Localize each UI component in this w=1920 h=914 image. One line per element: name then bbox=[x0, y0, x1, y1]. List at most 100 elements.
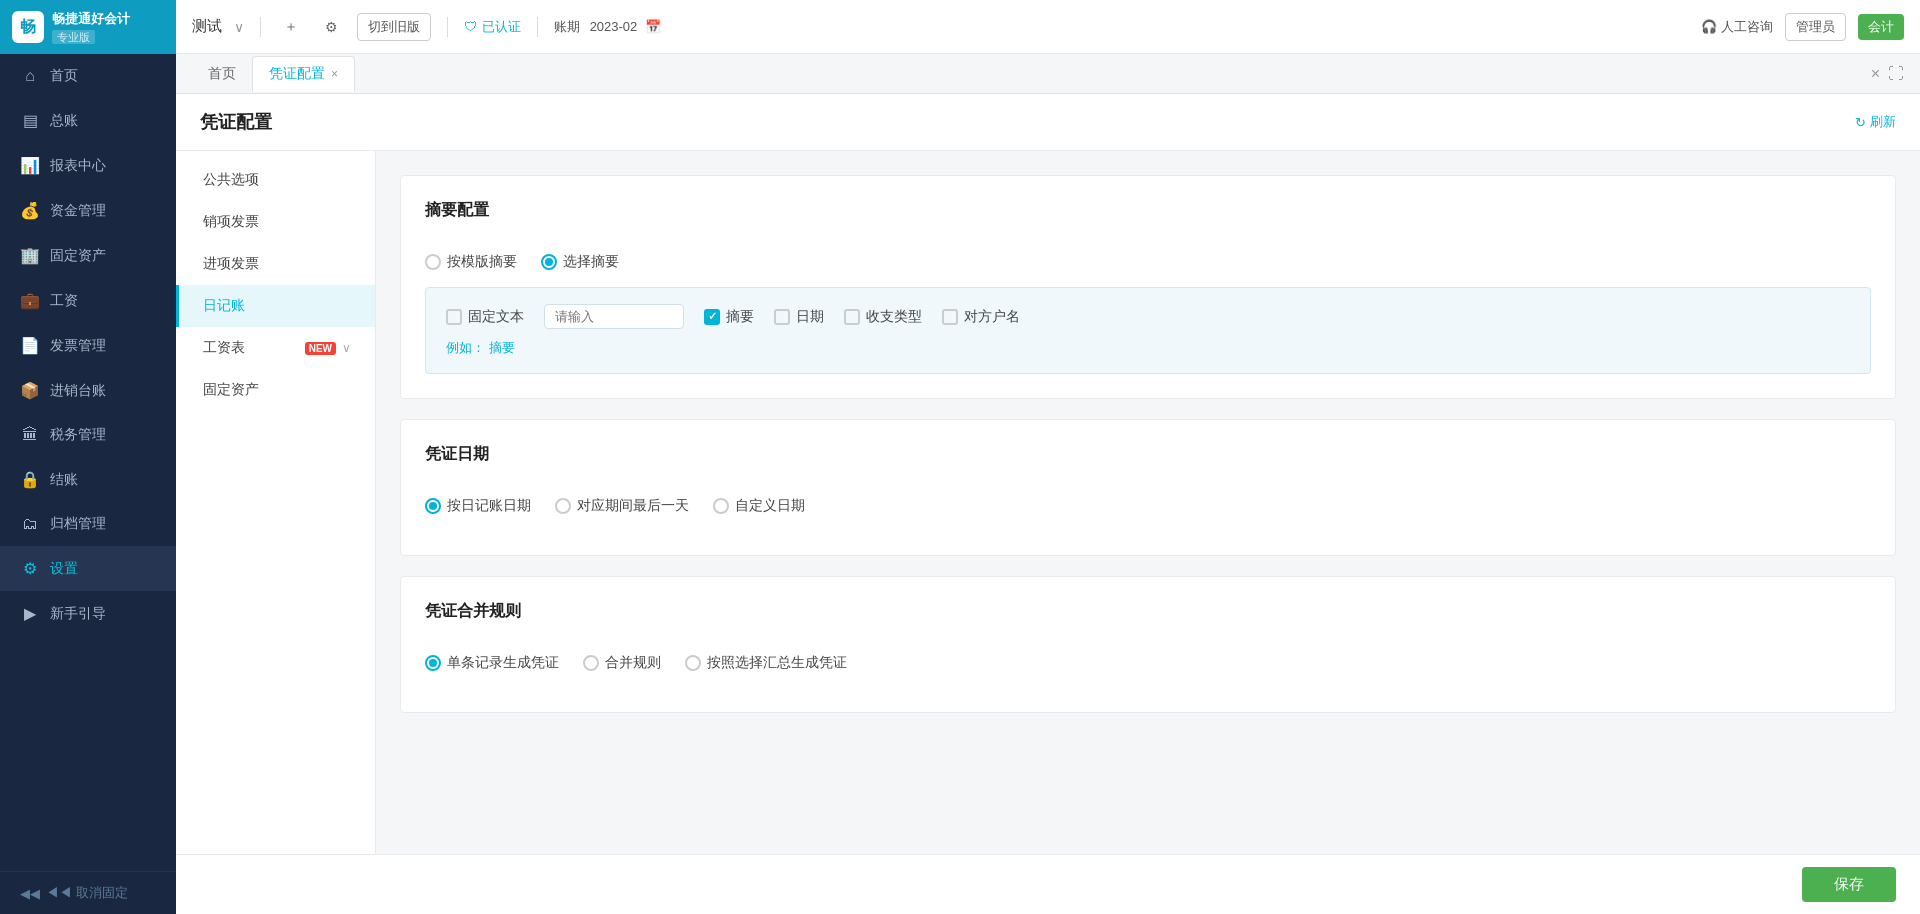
left-nav-sales-invoice[interactable]: 销项发票 bbox=[176, 201, 375, 243]
sidebar-item-capital[interactable]: 💰 资金管理 bbox=[0, 188, 176, 233]
calendar-icon[interactable]: 📅 bbox=[645, 19, 661, 34]
radio-period-last-circle bbox=[555, 498, 571, 514]
main-area: 测试 ∨ ＋ ⚙ 切到旧版 🛡 已认证 账期 2023-02 📅 🎧 人工咨询 bbox=[176, 0, 1920, 914]
date-title: 凭证日期 bbox=[425, 444, 1871, 477]
payroll-row: 工资表 NEW ∨ bbox=[203, 339, 351, 357]
left-nav-payroll[interactable]: 工资表 NEW ∨ bbox=[176, 327, 375, 369]
invoice-icon: 📄 bbox=[20, 336, 40, 355]
topbar-right: 🎧 人工咨询 管理员 会计 bbox=[1701, 13, 1904, 41]
close-window-icon[interactable]: × bbox=[1871, 65, 1880, 83]
logo-icon: 畅 bbox=[12, 11, 44, 43]
checkbox-row: 固定文本 ✓ 摘要 bbox=[446, 304, 1850, 329]
left-nav-public[interactable]: 公共选项 bbox=[176, 159, 375, 201]
page-wrapper: 凭证配置 ↻ 刷新 公共选项 销项发票 进项发票 bbox=[176, 94, 1920, 914]
merge-radio-rule[interactable]: 合并规则 bbox=[583, 654, 661, 672]
tab-actions: × ⛶ bbox=[1871, 65, 1904, 83]
new-badge: NEW bbox=[305, 342, 336, 355]
merge-title: 凭证合并规则 bbox=[425, 601, 1871, 634]
radio-select-dot bbox=[545, 258, 553, 266]
left-nav-fixed-assets[interactable]: 固定资产 bbox=[176, 369, 375, 411]
sidebar-item-guide[interactable]: ▶ 新手引导 bbox=[0, 591, 176, 636]
checkbox-date-box bbox=[774, 309, 790, 325]
refresh-button[interactable]: ↻ 刷新 bbox=[1855, 113, 1896, 131]
logo-text: 畅捷通好会计 专业版 bbox=[52, 10, 130, 45]
sidebar-item-archive[interactable]: 🗂 归档管理 bbox=[0, 502, 176, 546]
shield-icon: 🛡 bbox=[464, 19, 477, 34]
sidebar-item-home[interactable]: ⌂ 首页 bbox=[0, 54, 176, 98]
sidebar-item-ledger[interactable]: ▤ 总账 bbox=[0, 98, 176, 143]
settings-topbar-button[interactable]: ⚙ bbox=[317, 13, 345, 41]
sidebar-item-trade[interactable]: 📦 进销台账 bbox=[0, 368, 176, 413]
date-radio-journal[interactable]: 按日记账日期 bbox=[425, 497, 531, 515]
merge-radio-select[interactable]: 按照选择汇总生成凭证 bbox=[685, 654, 847, 672]
tab-close-icon[interactable]: × bbox=[331, 67, 338, 81]
summary-config-box: 固定文本 ✓ 摘要 bbox=[425, 287, 1871, 374]
checkbox-date[interactable]: 日期 bbox=[774, 308, 824, 326]
summary-radio-template[interactable]: 按模版摘要 bbox=[425, 253, 517, 271]
date-radio-group: 按日记账日期 对应期间最后一天 自定义日期 bbox=[425, 497, 1871, 515]
summary-radio-select[interactable]: 选择摘要 bbox=[541, 253, 619, 271]
merge-radio-group: 单条记录生成凭证 合并规则 按照选择汇总生成凭证 bbox=[425, 654, 1871, 672]
left-nav: 公共选项 销项发票 进项发票 日记账 工资表 bbox=[176, 151, 376, 854]
checkbox-counterpart-box bbox=[942, 309, 958, 325]
checkbox-income-type[interactable]: 收支类型 bbox=[844, 308, 922, 326]
user-button[interactable]: 管理员 bbox=[1785, 13, 1846, 41]
checkbox-check-icon: ✓ bbox=[708, 310, 717, 323]
payroll-right: NEW ∨ bbox=[305, 341, 351, 355]
radio-custom-circle bbox=[713, 498, 729, 514]
tab-voucher-config[interactable]: 凭证配置 × bbox=[252, 56, 355, 92]
sidebar-item-invoice[interactable]: 📄 发票管理 bbox=[0, 323, 176, 368]
add-button[interactable]: ＋ bbox=[277, 13, 305, 41]
inner-layout: 公共选项 销项发票 进项发票 日记账 工资表 bbox=[176, 151, 1920, 854]
asset-icon: 🏢 bbox=[20, 246, 40, 265]
date-radio-custom[interactable]: 自定义日期 bbox=[713, 497, 805, 515]
certified-badge: 🛡 已认证 bbox=[464, 18, 521, 36]
ledger-icon: ▤ bbox=[20, 111, 40, 130]
sidebar-item-asset[interactable]: 🏢 固定资产 bbox=[0, 233, 176, 278]
save-button[interactable]: 保存 bbox=[1802, 867, 1896, 902]
sidebar-item-report[interactable]: 📊 报表中心 bbox=[0, 143, 176, 188]
right-content: 摘要配置 按模版摘要 选择摘要 bbox=[376, 151, 1920, 854]
sidebar-item-settings[interactable]: ⚙ 设置 bbox=[0, 546, 176, 591]
radio-journal-circle bbox=[425, 498, 441, 514]
help-button[interactable]: 🎧 人工咨询 bbox=[1701, 18, 1773, 36]
checkbox-income-type-box bbox=[844, 309, 860, 325]
home-icon: ⌂ bbox=[20, 67, 40, 85]
cancel-fixed-button[interactable]: ◀◀ ◀◀ 取消固定 bbox=[0, 871, 176, 914]
radio-rule-circle bbox=[583, 655, 599, 671]
expand-window-icon[interactable]: ⛶ bbox=[1888, 65, 1904, 83]
summary-section: 摘要配置 按模版摘要 选择摘要 bbox=[400, 175, 1896, 399]
tax-icon: 🏛 bbox=[20, 426, 40, 444]
company-name: 测试 bbox=[192, 17, 222, 36]
switch-old-version-button[interactable]: 切到旧版 bbox=[357, 13, 431, 41]
sidebar-item-close[interactable]: 🔒 结账 bbox=[0, 457, 176, 502]
checkbox-fixed-text-box bbox=[446, 309, 462, 325]
radio-merge-select-circle bbox=[685, 655, 701, 671]
checkbox-summary[interactable]: ✓ 摘要 bbox=[704, 308, 754, 326]
checkbox-fixed-text[interactable]: 固定文本 bbox=[446, 308, 524, 326]
archive-icon: 🗂 bbox=[20, 515, 40, 533]
close-nav-icon: 🔒 bbox=[20, 470, 40, 489]
sidebar-item-tax[interactable]: 🏛 税务管理 bbox=[0, 413, 176, 457]
chevron-down-icon[interactable]: ∨ bbox=[234, 19, 244, 35]
left-nav-purchase-invoice[interactable]: 进项发票 bbox=[176, 243, 375, 285]
sidebar-item-salary[interactable]: 💼 工资 bbox=[0, 278, 176, 323]
left-nav-journal[interactable]: 日记账 bbox=[176, 285, 375, 327]
radio-template-circle bbox=[425, 254, 441, 270]
example-text: 例如： 摘要 bbox=[446, 339, 1850, 357]
radio-single-dot bbox=[429, 659, 437, 667]
cancel-fixed-icon: ◀◀ bbox=[20, 886, 40, 901]
sidebar-logo: 畅 畅捷通好会计 专业版 bbox=[0, 0, 176, 54]
refresh-icon: ↻ bbox=[1855, 115, 1866, 130]
chevron-icon: ∨ bbox=[342, 341, 351, 355]
fixed-text-input[interactable] bbox=[544, 304, 684, 329]
merge-section: 凭证合并规则 单条记录生成凭证 合并规则 bbox=[400, 576, 1896, 713]
period-label: 账期 2023-02 📅 bbox=[554, 18, 661, 36]
date-radio-period-last[interactable]: 对应期间最后一天 bbox=[555, 497, 689, 515]
tab-home[interactable]: 首页 bbox=[192, 57, 252, 91]
merge-radio-single[interactable]: 单条记录生成凭证 bbox=[425, 654, 559, 672]
checkbox-counterpart[interactable]: 对方户名 bbox=[942, 308, 1020, 326]
sidebar-nav: ⌂ 首页 ▤ 总账 📊 报表中心 💰 资金管理 🏢 固定资产 💼 工资 bbox=[0, 54, 176, 871]
role-button[interactable]: 会计 bbox=[1858, 14, 1904, 40]
headset-icon: 🎧 bbox=[1701, 19, 1717, 34]
